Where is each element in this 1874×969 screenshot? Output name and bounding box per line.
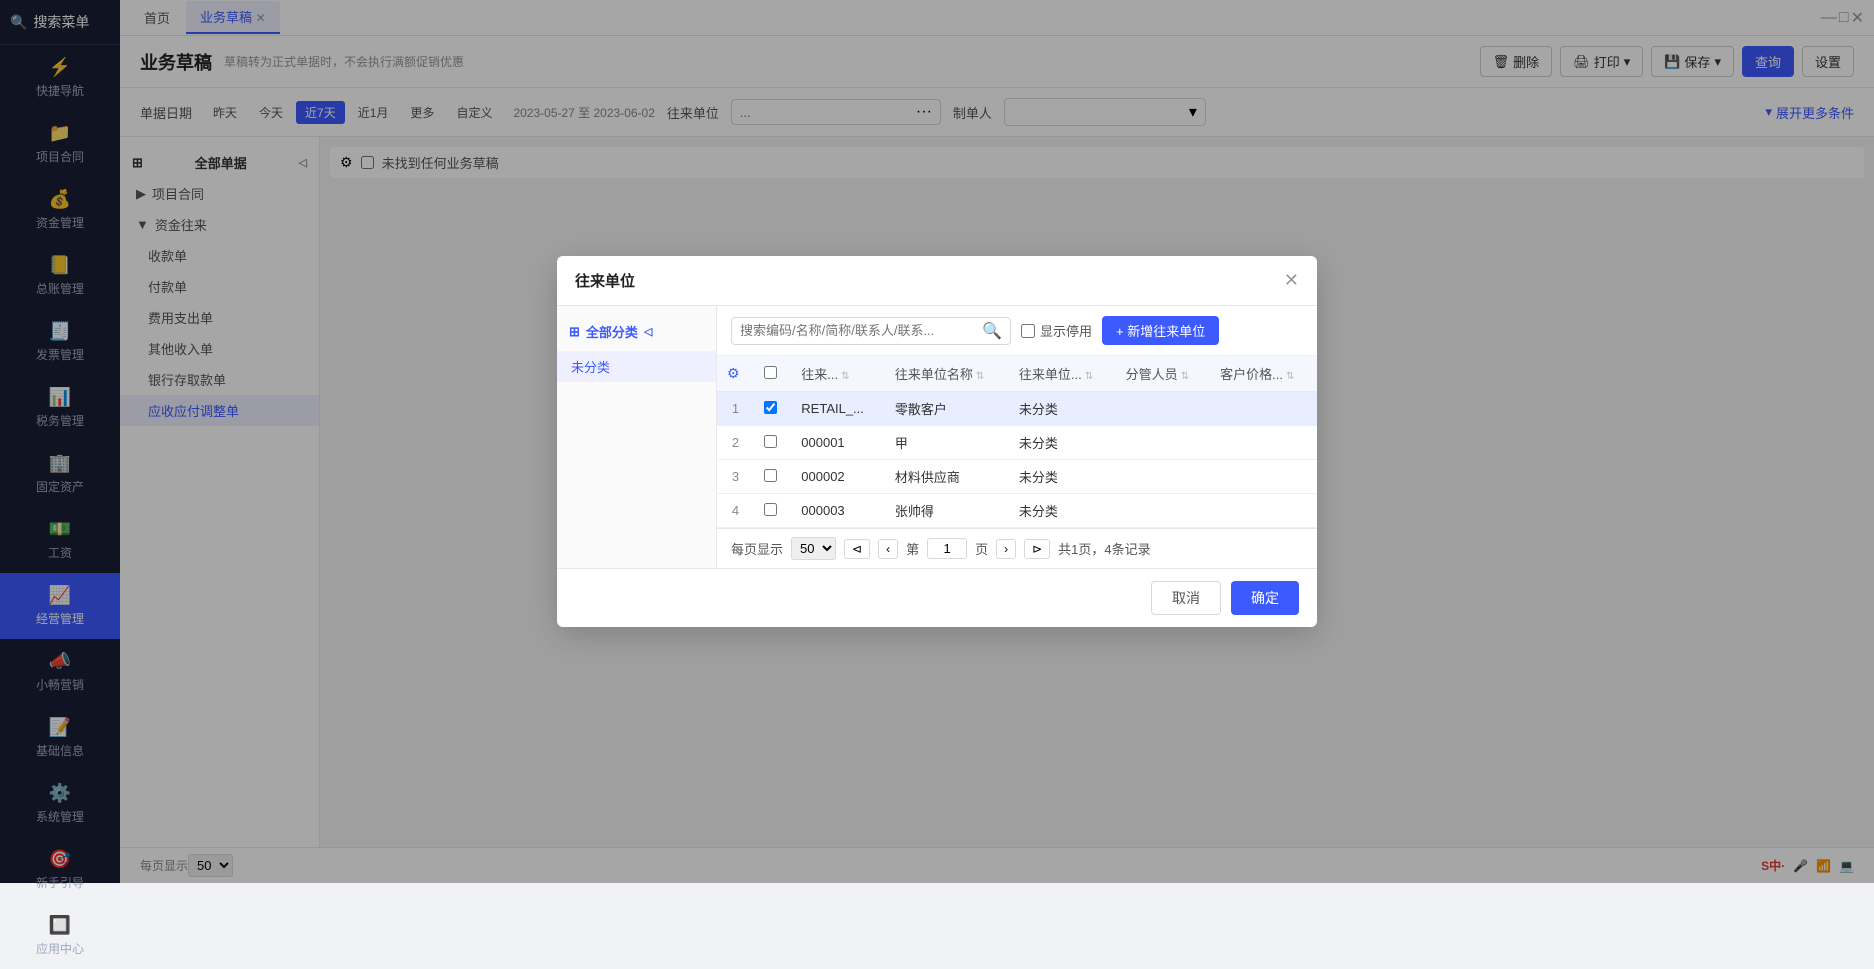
modal-body: ⊞ 全部分类 ◁ 未分类 🔍 显示停用 (557, 306, 1317, 568)
row-checkbox-3[interactable] (764, 469, 777, 482)
row-num: 3 (717, 460, 754, 494)
row-price-3 (1210, 460, 1317, 494)
page-number-input[interactable] (927, 538, 967, 559)
table-row[interactable]: 3 000002 材料供应商 未分类 (717, 460, 1317, 494)
modal-pagination: 每页显示 50 ⊲ ‹ 第 页 › ⊳ 共1页，4条记录 (717, 528, 1317, 568)
page-suffix: 页 (975, 539, 988, 558)
search-icon: 🔍 (982, 321, 1002, 341)
modal-toolbar: 🔍 显示停用 + 新增往来单位 (717, 306, 1317, 356)
show-inactive-wrapper: 显示停用 (1021, 321, 1092, 340)
col-manager: 分管人员⇅ (1116, 356, 1211, 392)
row-name-4: 张帅得 (885, 494, 1009, 528)
row-price-2 (1210, 426, 1317, 460)
row-category-3: 未分类 (1009, 460, 1116, 494)
row-name-2: 甲 (885, 426, 1009, 460)
row-price-1 (1210, 392, 1317, 426)
sidebar-apps-label: 应用中心 (36, 940, 84, 957)
row-price-4 (1210, 494, 1317, 528)
row-num: 1 (717, 392, 754, 426)
modal-actions: 取消 确定 (557, 568, 1317, 627)
modal-cat-unclassified[interactable]: 未分类 (557, 351, 716, 382)
col-price: 客户价格...⇅ (1210, 356, 1317, 392)
row-checkbox-cell[interactable] (754, 392, 791, 426)
table-row[interactable]: 1 RETAIL_... 零散客户 未分类 (717, 392, 1317, 426)
col-settings[interactable]: ⚙ (717, 356, 754, 392)
per-page-select[interactable]: 50 (791, 537, 836, 560)
table-row[interactable]: 2 000001 甲 未分类 (717, 426, 1317, 460)
add-partner-label: + 新增往来单位 (1116, 321, 1205, 340)
col-checkbox[interactable] (754, 356, 791, 392)
modal-search-wrapper: 🔍 (731, 317, 1011, 345)
page-first-button[interactable]: ⊲ (844, 539, 870, 559)
col-category: 往来单位...⇅ (1009, 356, 1116, 392)
row-category-2: 未分类 (1009, 426, 1116, 460)
page-next-button[interactable]: › (996, 539, 1016, 559)
modal-categories: ⊞ 全部分类 ◁ 未分类 (557, 306, 717, 568)
row-code-1: RETAIL_... (791, 392, 885, 426)
row-name-3: 材料供应商 (885, 460, 1009, 494)
partner-modal: 往来单位 ✕ ⊞ 全部分类 ◁ 未分类 (557, 256, 1317, 627)
page-prev-button[interactable]: ‹ (878, 539, 898, 559)
modal-table-wrapper: ⚙ 往来...⇅ 往来单位名称⇅ 往来单位...⇅ 分管人员⇅ 客户价格...⇅ (717, 356, 1317, 528)
row-checkbox-cell[interactable] (754, 426, 791, 460)
row-num: 2 (717, 426, 754, 460)
page-last-button[interactable]: ⊳ (1024, 539, 1050, 559)
col-code: 往来...⇅ (791, 356, 885, 392)
modal-search-input[interactable] (740, 323, 982, 338)
per-page-label: 每页显示 (731, 539, 783, 558)
partner-table: ⚙ 往来...⇅ 往来单位名称⇅ 往来单位...⇅ 分管人员⇅ 客户价格...⇅ (717, 356, 1317, 528)
row-code-4: 000003 (791, 494, 885, 528)
row-checkbox-cell[interactable] (754, 460, 791, 494)
col-name: 往来单位名称⇅ (885, 356, 1009, 392)
row-checkbox-2[interactable] (764, 435, 777, 448)
modal-cat-header: ⊞ 全部分类 ◁ (557, 316, 716, 351)
row-code-2: 000001 (791, 426, 885, 460)
all-categories-label[interactable]: 全部分类 (586, 322, 638, 341)
unclassified-label: 未分类 (571, 360, 610, 375)
total-info: 共1页，4条记录 (1058, 539, 1150, 558)
modal-overlay[interactable]: 往来单位 ✕ ⊞ 全部分类 ◁ 未分类 (0, 0, 1874, 883)
row-checkbox-1[interactable] (764, 401, 777, 414)
add-partner-button[interactable]: + 新增往来单位 (1102, 316, 1219, 345)
table-select-all[interactable] (764, 366, 777, 379)
row-manager-1 (1116, 392, 1211, 426)
modal-title: 往来单位 (575, 270, 635, 291)
show-inactive-label: 显示停用 (1040, 321, 1092, 340)
modal-right: 🔍 显示停用 + 新增往来单位 ⚙ (717, 306, 1317, 568)
row-category-1: 未分类 (1009, 392, 1116, 426)
modal-close-button[interactable]: ✕ (1284, 270, 1299, 291)
sidebar-item-apps[interactable]: 🔲 应用中心 (0, 903, 120, 969)
confirm-button[interactable]: 确定 (1231, 581, 1299, 615)
modal-header: 往来单位 ✕ (557, 256, 1317, 306)
row-manager-2 (1116, 426, 1211, 460)
row-manager-3 (1116, 460, 1211, 494)
row-category-4: 未分类 (1009, 494, 1116, 528)
show-inactive-checkbox[interactable] (1021, 324, 1035, 338)
row-checkbox-cell[interactable] (754, 494, 791, 528)
table-row[interactable]: 4 000003 张帅得 未分类 (717, 494, 1317, 528)
apps-icon: 🔲 (49, 915, 71, 936)
row-num: 4 (717, 494, 754, 528)
page-label: 第 (906, 539, 919, 558)
grid-icon: ⊞ (569, 324, 580, 340)
row-manager-4 (1116, 494, 1211, 528)
row-checkbox-4[interactable] (764, 503, 777, 516)
cancel-button[interactable]: 取消 (1151, 581, 1221, 615)
row-code-3: 000002 (791, 460, 885, 494)
modal-cat-collapse-icon[interactable]: ◁ (644, 325, 652, 338)
row-name-1: 零散客户 (885, 392, 1009, 426)
